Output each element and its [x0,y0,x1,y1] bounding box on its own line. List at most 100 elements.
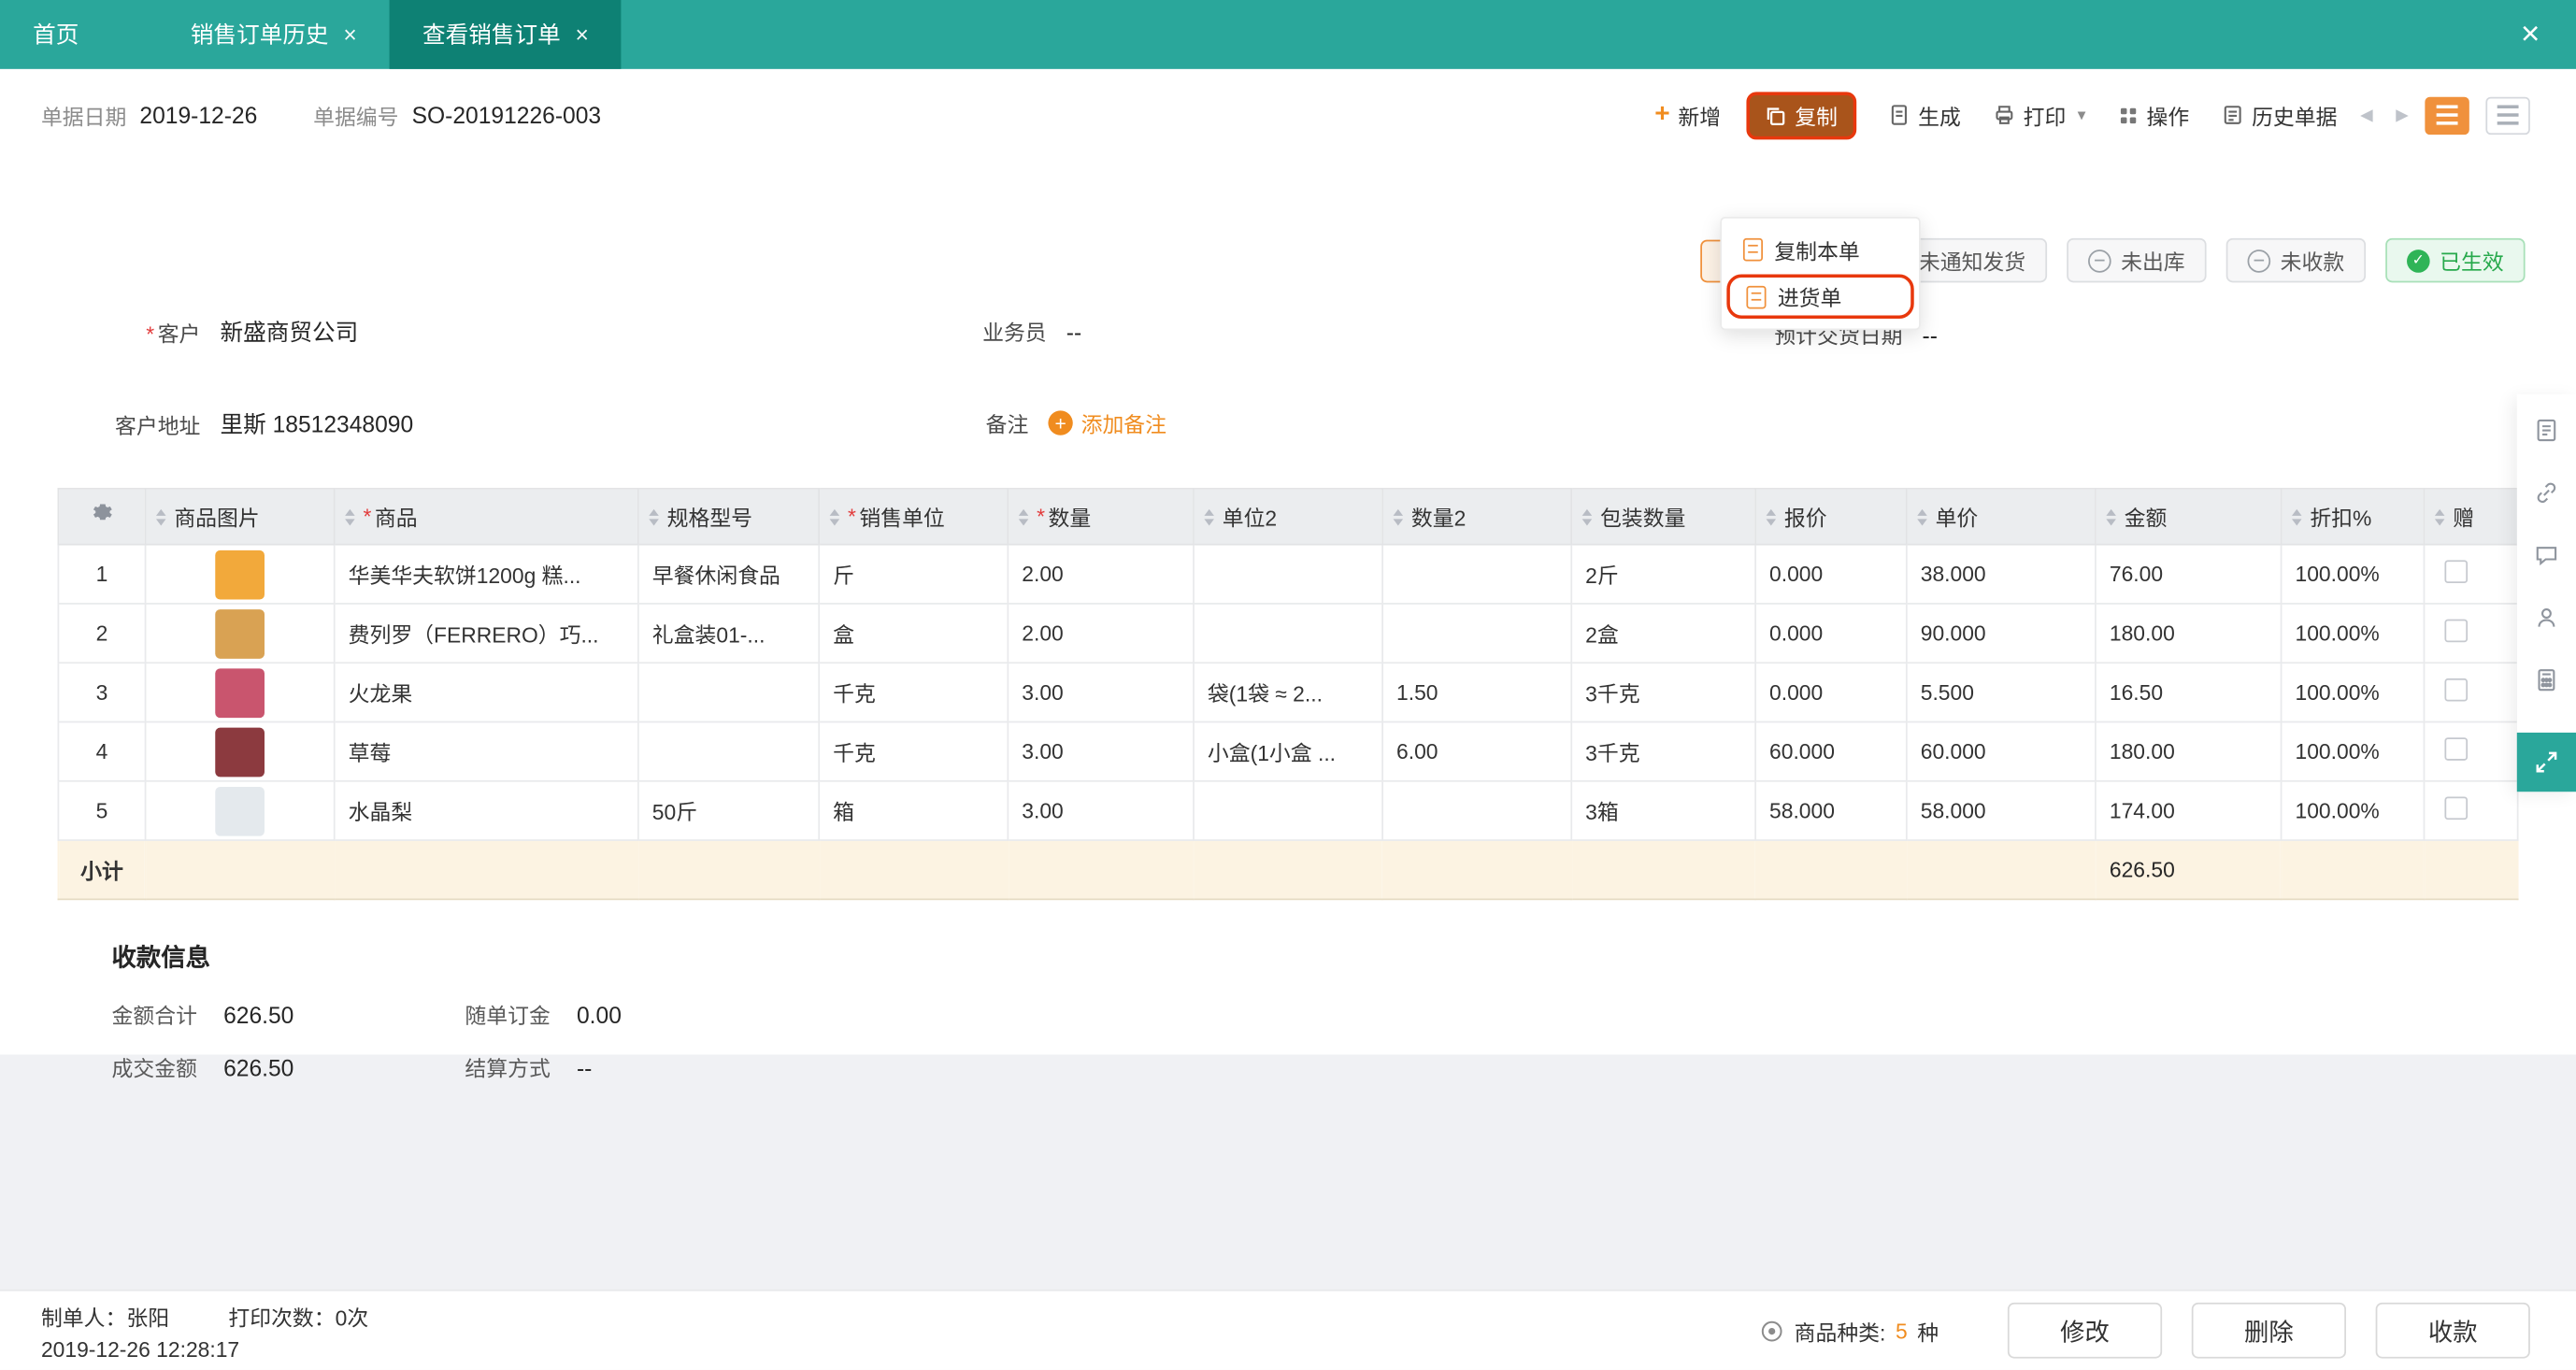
status-badge-not-shipped: 未出库 [2067,237,2207,283]
grid-icon [2120,107,2136,123]
column-label: 数量2 [1410,506,1467,531]
sort-icon[interactable] [1018,508,1029,525]
modify-button[interactable]: 修改 [2007,1302,2163,1359]
sort-icon[interactable] [345,508,355,525]
subtotal-amount: 626.50 [2095,839,2283,901]
print-button[interactable]: 打印 ▾ [1992,99,2086,130]
cell-sale-unit: 盒 [818,603,1009,664]
badge-label: 已生效 [2440,250,2504,275]
cell-gift[interactable] [2423,662,2519,723]
contact-icon[interactable] [2533,605,2559,631]
cell-quantity2: 6.00 [1381,721,1573,782]
cell-amount: 180.00 [2095,603,2283,664]
sort-icon[interactable] [155,508,166,525]
cell-row-number: 1 [57,543,147,605]
next-icon[interactable]: ▶ [2396,106,2409,123]
cell-gift[interactable] [2423,721,2519,782]
close-icon[interactable]: × [343,23,356,47]
receive-payment-button[interactable]: 收款 [2375,1302,2530,1359]
cell-gift[interactable] [2423,543,2519,605]
form-icon[interactable] [2533,417,2559,443]
cell-unit-price: 60.000 [1905,721,2097,782]
table-row[interactable]: 2 费列罗（FERRERO）巧... 礼盒装01-... 盒 2.00 2盒 0.000 90… [57,603,2519,664]
column-header-2[interactable]: * 商品 [333,488,639,546]
cell-quantity2: 1.50 [1381,662,1573,723]
expand-button[interactable] [2516,732,2576,792]
column-header-13[interactable]: 赠 [2423,488,2519,546]
column-header-5[interactable]: * 数量 [1007,488,1195,546]
tab-sales-order-history[interactable]: 销售订单历史 × [158,0,390,69]
sort-icon[interactable] [1581,508,1593,525]
gift-checkbox[interactable] [2444,678,2469,702]
add-button[interactable]: + 新增 [1654,99,1721,130]
column-header-11[interactable]: 金额 [2095,488,2283,546]
cell-sale-unit: 箱 [818,779,1009,841]
cell-product-name: 水晶梨 [333,779,639,841]
sort-icon[interactable] [2291,508,2302,525]
add-remark-button[interactable]: + 添加备注 [1048,407,1166,438]
cell-gift[interactable] [2423,603,2519,664]
delete-button[interactable]: 删除 [2191,1302,2346,1359]
generate-button[interactable]: 生成 [1887,99,1961,130]
add-remark-label: 添加备注 [1080,412,1167,437]
cell-product-image [144,779,336,841]
column-header-9[interactable]: 报价 [1754,488,1908,546]
column-header-1[interactable]: 商品图片 [144,488,336,546]
customer-field[interactable]: * 客户 新盛商贸公司 [112,315,359,348]
gift-checkbox[interactable] [2444,619,2469,643]
cell-gift[interactable] [2423,779,2519,841]
list-view-button[interactable] [2425,95,2469,135]
sort-icon[interactable] [649,508,659,525]
table-row[interactable]: 5 水晶梨 50斤箱 3.00 3箱 58.000 58.000 174.00 100.00% [57,779,2519,841]
menu-item-copy-this-order[interactable]: 复制本单 [1722,227,1919,273]
column-header-3[interactable]: 规格型号 [637,488,821,546]
cell-product-image [144,721,336,782]
settlement-label: 结算方式 [465,1056,551,1081]
tab-home[interactable]: 首页 [0,0,112,69]
print-label: 打印 [2023,104,2067,129]
sort-icon[interactable] [829,508,840,525]
column-settings-header[interactable] [57,488,147,546]
customer-value: 新盛商贸公司 [220,318,359,346]
cell-row-number: 4 [57,721,147,782]
table-row[interactable]: 4 草莓 千克 3.00 小盒(1小盒 ... 6.00 3千克 60.000 60.000 18… [57,721,2519,782]
cell-pack-quantity: 2斤 [1570,543,1756,605]
sort-icon[interactable] [1766,508,1777,525]
message-icon[interactable] [2533,542,2559,568]
gift-checkbox[interactable] [2444,737,2469,761]
column-header-4[interactable]: * 销售单位 [818,488,1009,546]
column-header-6[interactable]: 单位2 [1193,488,1383,546]
column-header-12[interactable]: 折扣% [2280,488,2426,546]
gift-checkbox[interactable] [2444,796,2469,821]
menu-item-purchase-order[interactable]: 进货单 [1726,274,1914,319]
table-row[interactable]: 3 火龙果 千克 3.00 袋(1袋 ≈ 2... 1.50 3千克 0.000 5.500 16… [57,662,2519,723]
copy-button[interactable]: 复制 [1747,91,1856,139]
sort-icon[interactable] [1204,508,1214,525]
sort-icon[interactable] [2106,508,2116,525]
link-icon[interactable] [2533,479,2559,506]
tab-view-sales-order[interactable]: 查看销售订单 × [389,0,623,69]
table-row[interactable]: 1 华美华夫软饼1200g 糕... 早餐休闲食品斤 2.00 2斤 0.000 38.00… [57,543,2519,605]
salesman-field[interactable]: 业务员 -- [982,315,1081,346]
column-header-7[interactable]: 数量2 [1381,488,1573,546]
cell-unit2: 小盒(1小盒 ... [1193,721,1383,782]
window-close-icon[interactable]: × [2484,0,2576,69]
prev-icon[interactable]: ◀ [2360,106,2373,123]
cell-unit-price: 90.000 [1905,603,2097,664]
calculator-icon[interactable] [2533,667,2559,693]
sort-icon[interactable] [2434,508,2445,525]
close-icon[interactable]: × [576,23,589,47]
copy-icon [1767,107,1786,125]
chevron-down-icon[interactable]: ▾ [2078,106,2086,123]
history-button[interactable]: 历史单据 [2221,99,2337,130]
gift-checkbox[interactable] [2444,560,2469,583]
document-icon [1890,105,1907,125]
cell-unit-price: 5.500 [1905,662,2097,723]
column-header-10[interactable]: 单价 [1905,488,2097,546]
badge-label: 未出库 [2121,250,2185,275]
detail-view-button[interactable] [2485,95,2530,135]
sort-icon[interactable] [1393,508,1404,525]
column-header-8[interactable]: 包装数量 [1570,488,1756,546]
operate-button[interactable]: 操作 [2117,99,2189,130]
sort-icon[interactable] [1917,508,1927,525]
